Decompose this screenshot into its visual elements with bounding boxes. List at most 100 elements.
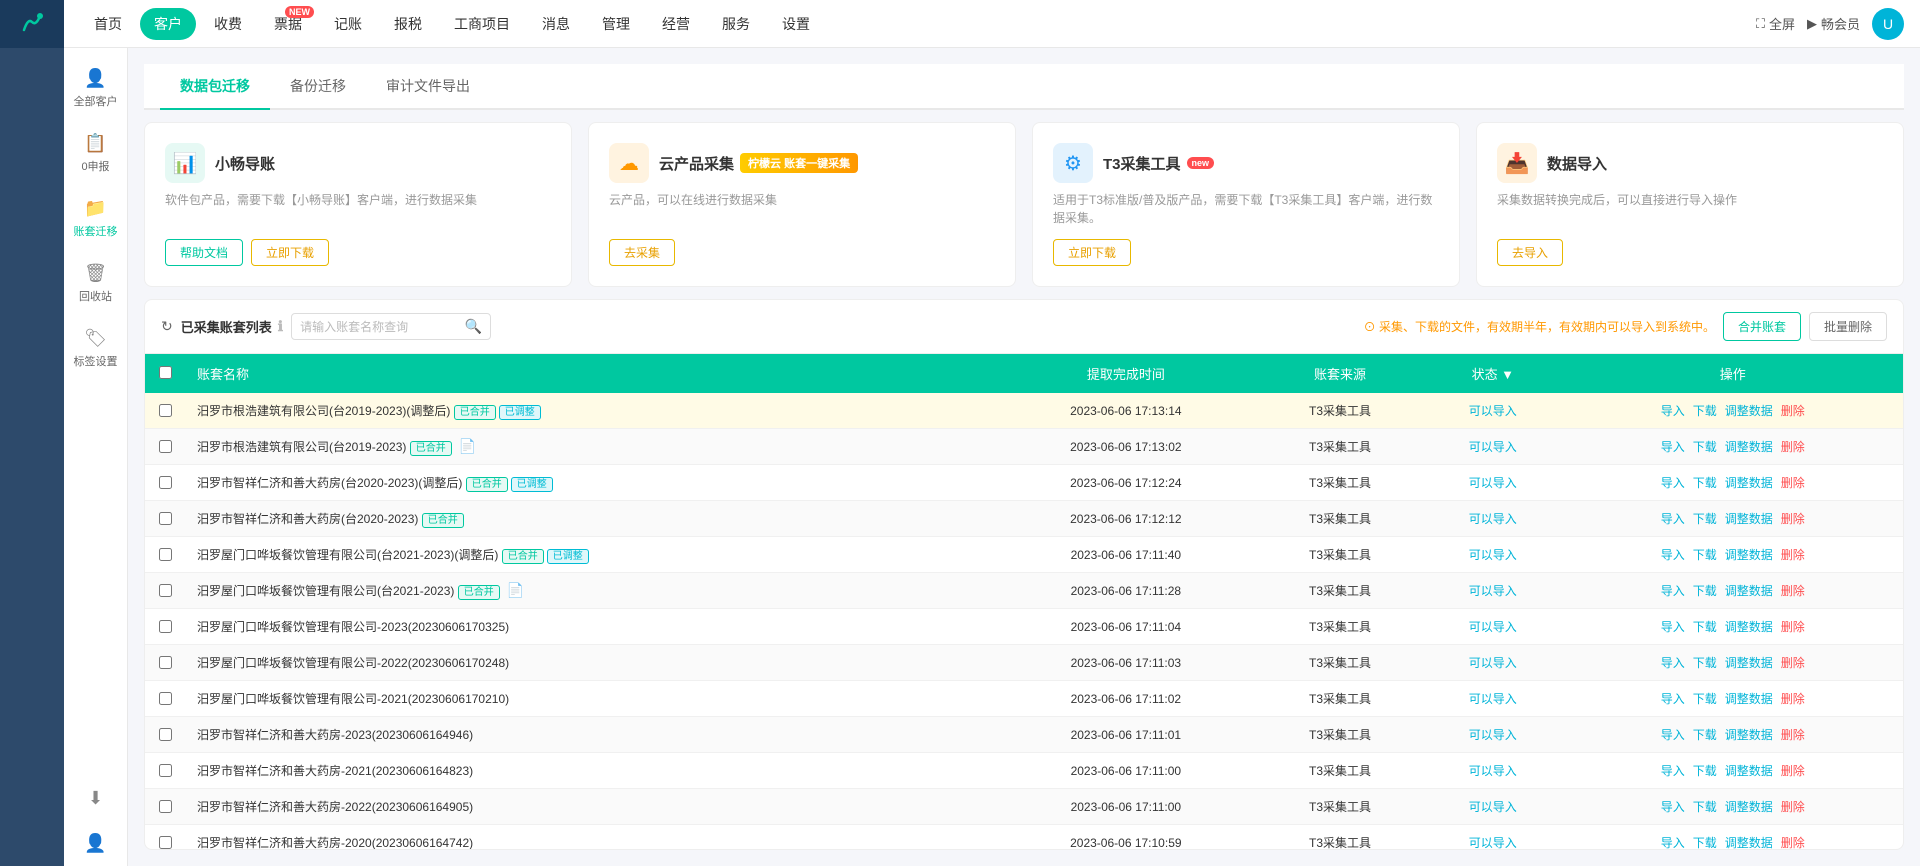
go-import-btn[interactable]: 去导入 [1497,239,1563,266]
row-checkbox[interactable] [159,728,172,741]
delete-link[interactable]: 删除 [1781,692,1805,706]
delete-link[interactable]: 删除 [1781,548,1805,562]
import-link[interactable]: 导入 [1661,404,1685,418]
download-link[interactable]: 下载 [1693,440,1717,454]
sidebar-item-tag-settings[interactable]: 🏷 标签设置 [64,316,128,381]
adjust-data-link[interactable]: 调整数据 [1725,404,1773,418]
info-icon[interactable]: ℹ [278,318,283,335]
adjust-data-link[interactable]: 调整数据 [1725,728,1773,742]
download-link[interactable]: 下载 [1693,728,1717,742]
adjust-data-link[interactable]: 调整数据 [1725,764,1773,778]
tab-data-migrate[interactable]: 数据包迁移 [160,64,270,110]
import-link[interactable]: 导入 [1661,620,1685,634]
sidebar-item-zero-report[interactable]: 📋 0申报 [64,121,128,186]
nav-service[interactable]: 服务 [708,8,764,40]
user-avatar[interactable]: U [1872,8,1904,40]
row-checkbox[interactable] [159,584,172,597]
import-link[interactable]: 导入 [1661,800,1685,814]
tab-backup-migrate[interactable]: 备份迁移 [270,64,366,110]
adjust-data-link[interactable]: 调整数据 [1725,656,1773,670]
download-link[interactable]: 下载 [1693,800,1717,814]
adjust-data-link[interactable]: 调整数据 [1725,476,1773,490]
nav-msg[interactable]: 消息 [528,8,584,40]
row-checkbox[interactable] [159,800,172,813]
member-btn[interactable]: ▶ 畅会员 [1807,14,1860,33]
download-link[interactable]: 下载 [1693,404,1717,418]
import-link[interactable]: 导入 [1661,512,1685,526]
delete-link[interactable]: 删除 [1781,620,1805,634]
sidebar-item-user[interactable]: 👤 [64,821,128,866]
download-link[interactable]: 下载 [1693,620,1717,634]
delete-link[interactable]: 删除 [1781,800,1805,814]
delete-link[interactable]: 删除 [1781,836,1805,850]
delete-link[interactable]: 删除 [1781,476,1805,490]
row-checkbox[interactable] [159,404,172,417]
row-checkbox[interactable] [159,512,172,525]
nav-account[interactable]: 记账 [320,8,376,40]
delete-link[interactable]: 删除 [1781,404,1805,418]
row-checkbox[interactable] [159,764,172,777]
delete-link[interactable]: 删除 [1781,656,1805,670]
download-link[interactable]: 下载 [1693,764,1717,778]
adjust-data-link[interactable]: 调整数据 [1725,548,1773,562]
sidebar-item-account-migrate[interactable]: 📁 账套迁移 [64,186,128,251]
help-doc-btn[interactable]: 帮助文档 [165,239,243,266]
import-link[interactable]: 导入 [1661,548,1685,562]
download-link[interactable]: 下载 [1693,476,1717,490]
adjust-data-link[interactable]: 调整数据 [1725,692,1773,706]
download-link[interactable]: 下载 [1693,584,1717,598]
adjust-data-link[interactable]: 调整数据 [1725,440,1773,454]
merge-btn[interactable]: 合并账套 [1723,312,1801,341]
row-checkbox[interactable] [159,476,172,489]
adjust-data-link[interactable]: 调整数据 [1725,800,1773,814]
t3-download-btn[interactable]: 立即下载 [1053,239,1131,266]
row-checkbox[interactable] [159,548,172,561]
go-collect-btn[interactable]: 去采集 [609,239,675,266]
import-link[interactable]: 导入 [1661,476,1685,490]
row-checkbox[interactable] [159,620,172,633]
import-link[interactable]: 导入 [1661,440,1685,454]
import-link[interactable]: 导入 [1661,764,1685,778]
download-link[interactable]: 下载 [1693,548,1717,562]
import-link[interactable]: 导入 [1661,692,1685,706]
delete-link[interactable]: 删除 [1781,584,1805,598]
delete-link[interactable]: 删除 [1781,764,1805,778]
search-btn[interactable]: 🔍 [465,318,482,335]
import-link[interactable]: 导入 [1661,836,1685,850]
nav-invoice[interactable]: 票据 NEW [260,8,316,40]
nav-settings[interactable]: 设置 [768,8,824,40]
tab-audit-export[interactable]: 审计文件导出 [366,64,490,110]
fullscreen-btn[interactable]: ⛶ 全屏 [1756,14,1795,33]
nav-manage[interactable]: 管理 [588,8,644,40]
import-link[interactable]: 导入 [1661,728,1685,742]
download-link[interactable]: 下载 [1693,656,1717,670]
select-all-checkbox[interactable] [159,366,172,379]
delete-link[interactable]: 删除 [1781,512,1805,526]
row-checkbox[interactable] [159,440,172,453]
row-checkbox[interactable] [159,656,172,669]
refresh-icon[interactable]: ↻ [161,318,173,335]
row-checkbox[interactable] [159,692,172,705]
batch-delete-btn[interactable]: 批量删除 [1809,312,1887,341]
search-input[interactable] [300,320,461,334]
download-link[interactable]: 下载 [1693,836,1717,850]
sidebar-item-download[interactable]: ⬇ [64,776,128,821]
adjust-data-link[interactable]: 调整数据 [1725,620,1773,634]
row-checkbox[interactable] [159,836,172,849]
nav-client[interactable]: 客户 [140,8,196,40]
sidebar-item-all-clients[interactable]: 👤 全部客户 [64,56,128,121]
nav-fee[interactable]: 收费 [200,8,256,40]
delete-link[interactable]: 删除 [1781,440,1805,454]
import-link[interactable]: 导入 [1661,656,1685,670]
adjust-data-link[interactable]: 调整数据 [1725,512,1773,526]
nav-operation[interactable]: 经营 [648,8,704,40]
import-link[interactable]: 导入 [1661,584,1685,598]
nav-tax[interactable]: 报税 [380,8,436,40]
download-link[interactable]: 下载 [1693,692,1717,706]
nav-biz[interactable]: 工商项目 [440,8,524,40]
adjust-data-link[interactable]: 调整数据 [1725,836,1773,850]
download-now-btn[interactable]: 立即下载 [251,239,329,266]
nav-home[interactable]: 首页 [80,8,136,40]
adjust-data-link[interactable]: 调整数据 [1725,584,1773,598]
download-link[interactable]: 下载 [1693,512,1717,526]
